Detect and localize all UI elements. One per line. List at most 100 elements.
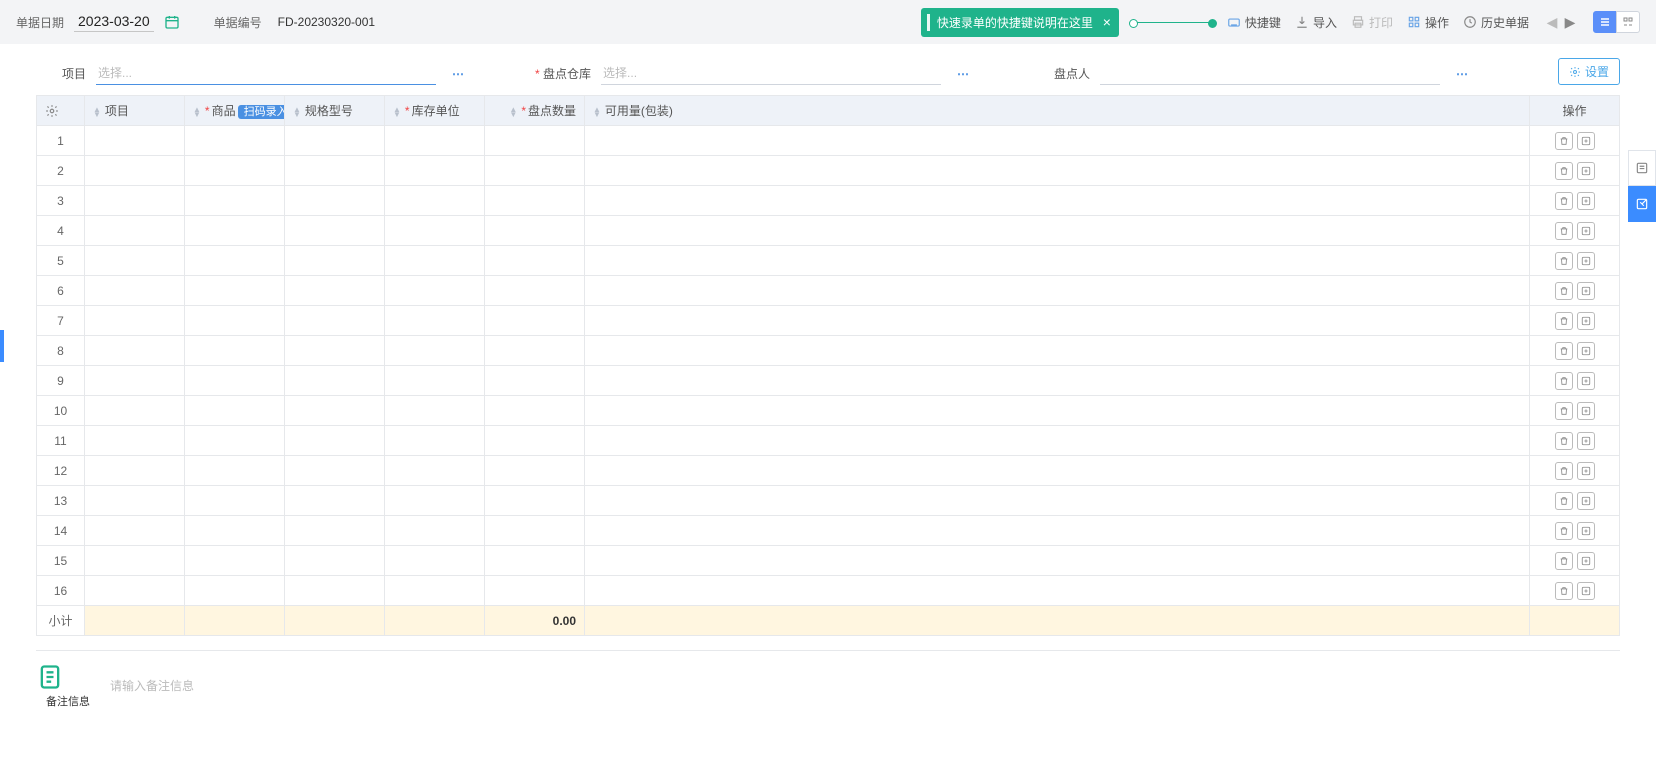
cell-product[interactable] <box>185 396 285 426</box>
delete-row-icon[interactable] <box>1555 522 1573 540</box>
add-row-icon[interactable] <box>1577 162 1595 180</box>
table-row[interactable]: 13 <box>37 486 1620 516</box>
cell-unit[interactable] <box>385 126 485 156</box>
cell-unit[interactable] <box>385 486 485 516</box>
cell-qty[interactable] <box>485 156 585 186</box>
cell-project[interactable] <box>85 486 185 516</box>
delete-row-icon[interactable] <box>1555 492 1573 510</box>
remarks-input[interactable] <box>100 663 1620 709</box>
cell-avail[interactable] <box>585 366 1530 396</box>
warehouse-more-icon[interactable]: ⋯ <box>957 67 970 81</box>
delete-row-icon[interactable] <box>1555 462 1573 480</box>
cell-product[interactable] <box>185 486 285 516</box>
cell-avail[interactable] <box>585 126 1530 156</box>
cell-avail[interactable] <box>585 486 1530 516</box>
col-avail[interactable]: ▲▼可用量(包装) <box>585 96 1530 126</box>
cell-qty[interactable] <box>485 576 585 606</box>
person-input[interactable] <box>1100 62 1440 85</box>
cell-unit[interactable] <box>385 546 485 576</box>
add-row-icon[interactable] <box>1577 282 1595 300</box>
cell-qty[interactable] <box>485 336 585 366</box>
delete-row-icon[interactable] <box>1555 192 1573 210</box>
view-grid-icon[interactable] <box>1616 11 1640 33</box>
cell-product[interactable] <box>185 456 285 486</box>
cell-project[interactable] <box>85 396 185 426</box>
col-qty[interactable]: ▲▼盘点数量 <box>485 96 585 126</box>
cell-product[interactable] <box>185 546 285 576</box>
col-unit[interactable]: ▲▼库存单位 <box>385 96 485 126</box>
cell-spec[interactable] <box>285 516 385 546</box>
cell-spec[interactable] <box>285 486 385 516</box>
cell-project[interactable] <box>85 126 185 156</box>
cell-avail[interactable] <box>585 186 1530 216</box>
delete-row-icon[interactable] <box>1555 372 1573 390</box>
cell-spec[interactable] <box>285 576 385 606</box>
view-list-icon[interactable] <box>1593 11 1617 33</box>
cell-qty[interactable] <box>485 426 585 456</box>
cell-spec[interactable] <box>285 156 385 186</box>
cell-spec[interactable] <box>285 546 385 576</box>
add-row-icon[interactable] <box>1577 132 1595 150</box>
cell-avail[interactable] <box>585 336 1530 366</box>
cell-avail[interactable] <box>585 276 1530 306</box>
cell-qty[interactable] <box>485 366 585 396</box>
table-row[interactable]: 4 <box>37 216 1620 246</box>
cell-unit[interactable] <box>385 516 485 546</box>
close-icon[interactable]: × <box>1103 14 1111 30</box>
add-row-icon[interactable] <box>1577 462 1595 480</box>
side-tab-2[interactable] <box>1628 186 1656 222</box>
cell-project[interactable] <box>85 306 185 336</box>
table-row[interactable]: 1 <box>37 126 1620 156</box>
add-row-icon[interactable] <box>1577 312 1595 330</box>
add-row-icon[interactable] <box>1577 222 1595 240</box>
project-input[interactable] <box>96 62 436 85</box>
cell-project[interactable] <box>85 456 185 486</box>
import-button[interactable]: 导入 <box>1295 14 1337 31</box>
delete-row-icon[interactable] <box>1555 282 1573 300</box>
cell-product[interactable] <box>185 366 285 396</box>
history-button[interactable]: 历史单据 <box>1463 14 1529 31</box>
next-arrow-icon[interactable]: ▶ <box>1561 14 1579 31</box>
calendar-icon[interactable] <box>164 14 180 30</box>
cell-product[interactable] <box>185 276 285 306</box>
cell-project[interactable] <box>85 426 185 456</box>
cell-product[interactable] <box>185 576 285 606</box>
cell-qty[interactable] <box>485 486 585 516</box>
cell-unit[interactable] <box>385 396 485 426</box>
date-value[interactable]: 2023-03-20 <box>74 13 154 32</box>
cell-unit[interactable] <box>385 216 485 246</box>
table-row[interactable]: 8 <box>37 336 1620 366</box>
add-row-icon[interactable] <box>1577 582 1595 600</box>
delete-row-icon[interactable] <box>1555 402 1573 420</box>
cell-unit[interactable] <box>385 576 485 606</box>
col-spec[interactable]: ▲▼规格型号 <box>285 96 385 126</box>
cell-spec[interactable] <box>285 246 385 276</box>
add-row-icon[interactable] <box>1577 372 1595 390</box>
delete-row-icon[interactable] <box>1555 222 1573 240</box>
cell-avail[interactable] <box>585 396 1530 426</box>
delete-row-icon[interactable] <box>1555 132 1573 150</box>
cell-product[interactable] <box>185 156 285 186</box>
col-project[interactable]: ▲▼项目 <box>85 96 185 126</box>
warehouse-input[interactable] <box>601 62 941 85</box>
cell-product[interactable] <box>185 246 285 276</box>
add-row-icon[interactable] <box>1577 342 1595 360</box>
cell-unit[interactable] <box>385 276 485 306</box>
table-row[interactable]: 9 <box>37 366 1620 396</box>
cell-qty[interactable] <box>485 186 585 216</box>
cell-product[interactable] <box>185 216 285 246</box>
table-row[interactable]: 16 <box>37 576 1620 606</box>
cell-qty[interactable] <box>485 246 585 276</box>
cell-spec[interactable] <box>285 396 385 426</box>
table-row[interactable]: 3 <box>37 186 1620 216</box>
add-row-icon[interactable] <box>1577 402 1595 420</box>
add-row-icon[interactable] <box>1577 522 1595 540</box>
shortcut-button[interactable]: 快捷键 <box>1227 14 1281 31</box>
cell-unit[interactable] <box>385 366 485 396</box>
cell-qty[interactable] <box>485 456 585 486</box>
delete-row-icon[interactable] <box>1555 312 1573 330</box>
cell-product[interactable] <box>185 306 285 336</box>
table-row[interactable]: 12 <box>37 456 1620 486</box>
cell-project[interactable] <box>85 366 185 396</box>
cell-product[interactable] <box>185 516 285 546</box>
